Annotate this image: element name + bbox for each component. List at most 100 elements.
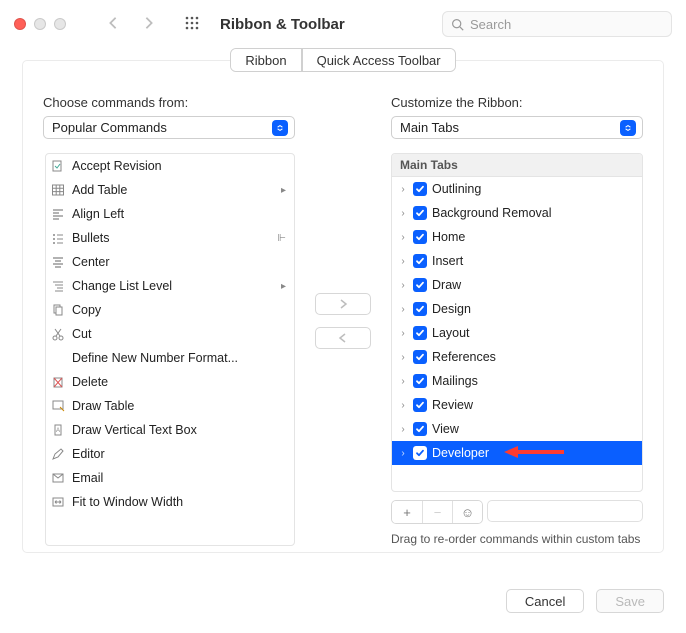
add-command-button[interactable] bbox=[315, 293, 371, 315]
tab-row[interactable]: › View bbox=[392, 417, 642, 441]
command-item[interactable]: Bullets⊩ bbox=[46, 226, 294, 250]
show-all-button[interactable] bbox=[184, 15, 200, 34]
command-item[interactable]: Cut bbox=[46, 322, 294, 346]
tab-label: View bbox=[432, 422, 459, 436]
command-label: Cut bbox=[72, 327, 91, 341]
command-item[interactable]: Align Left bbox=[46, 202, 294, 226]
command-label: Copy bbox=[72, 303, 101, 317]
window-title: Ribbon & Toolbar bbox=[220, 16, 345, 33]
command-item[interactable]: Define New Number Format... bbox=[46, 346, 294, 370]
forward-button[interactable] bbox=[142, 16, 156, 33]
command-item[interactable]: Email bbox=[46, 466, 294, 490]
tab-row[interactable]: ›Design bbox=[392, 297, 642, 321]
tab-checkbox[interactable] bbox=[413, 182, 427, 196]
disclosure-chevron-icon[interactable]: › bbox=[398, 184, 408, 195]
tab-row[interactable]: › Layout bbox=[392, 321, 642, 345]
tab-row[interactable]: › Outlining bbox=[392, 177, 642, 201]
command-item[interactable]: Delete bbox=[46, 370, 294, 394]
command-label: Bullets bbox=[72, 231, 110, 245]
command-label: Email bbox=[72, 471, 103, 485]
tabs-list[interactable]: › Outlining › Background Removal › Home › Inser… bbox=[392, 177, 642, 491]
command-item[interactable]: Change List Level▸ bbox=[46, 274, 294, 298]
tab-label: Layout bbox=[432, 326, 470, 340]
disclosure-chevron-icon[interactable]: › bbox=[398, 280, 408, 291]
disclosure-chevron-icon[interactable]: › bbox=[398, 448, 408, 459]
command-label: Draw Table bbox=[72, 399, 134, 413]
tab-checkbox[interactable] bbox=[413, 230, 427, 244]
command-label: Align Left bbox=[72, 207, 124, 221]
tab-row[interactable]: ›Review bbox=[392, 393, 642, 417]
commands-list[interactable]: Accept RevisionAdd Table▸ Align Left Bulle… bbox=[45, 153, 295, 546]
disclosure-chevron-icon[interactable]: › bbox=[398, 304, 408, 315]
search-input[interactable]: Search bbox=[442, 11, 672, 37]
command-item[interactable]: Add Table▸ bbox=[46, 178, 294, 202]
command-item[interactable]: Draw Table bbox=[46, 394, 294, 418]
table-icon bbox=[50, 182, 66, 198]
email-icon bbox=[50, 470, 66, 486]
tab-checkbox[interactable] bbox=[413, 398, 427, 412]
chevron-updown-icon bbox=[272, 120, 288, 136]
tab-checkbox[interactable] bbox=[413, 206, 427, 220]
command-label: Center bbox=[72, 255, 110, 269]
settings-button[interactable]: ☺ bbox=[452, 501, 482, 523]
submenu-chevron-icon: ▸ bbox=[281, 185, 286, 196]
window-zoom-button[interactable] bbox=[54, 18, 66, 30]
choose-commands-label: Choose commands from: bbox=[43, 95, 295, 110]
back-button[interactable] bbox=[106, 16, 120, 33]
disclosure-chevron-icon[interactable]: › bbox=[398, 328, 408, 339]
tab-row[interactable]: ›Developer bbox=[392, 441, 642, 465]
view-segmented-control[interactable]: Ribbon Quick Access Toolbar bbox=[230, 48, 455, 72]
disclosure-chevron-icon[interactable]: › bbox=[398, 400, 408, 411]
cancel-button[interactable]: Cancel bbox=[506, 589, 584, 613]
window-close-button[interactable] bbox=[14, 18, 26, 30]
delete-icon bbox=[50, 374, 66, 390]
vtextbox-icon: A bbox=[50, 422, 66, 438]
tab-checkbox[interactable] bbox=[413, 326, 427, 340]
disclosure-chevron-icon[interactable]: › bbox=[398, 352, 408, 363]
tab-checkbox[interactable] bbox=[413, 302, 427, 316]
remove-tab-button[interactable]: − bbox=[422, 501, 452, 523]
disclosure-chevron-icon[interactable]: › bbox=[398, 376, 408, 387]
search-placeholder: Search bbox=[470, 17, 511, 32]
command-item[interactable]: Accept Revision bbox=[46, 154, 294, 178]
tab-label: Outlining bbox=[432, 182, 481, 196]
tab-row[interactable]: ›References bbox=[392, 345, 642, 369]
tab-label: Insert bbox=[432, 254, 463, 268]
save-button[interactable]: Save bbox=[596, 589, 664, 613]
disclosure-chevron-icon[interactable]: › bbox=[398, 256, 408, 267]
tab-label: Background Removal bbox=[432, 206, 552, 220]
add-tab-button[interactable]: + bbox=[392, 501, 422, 523]
accept-icon bbox=[50, 158, 66, 174]
tab-row[interactable]: › Home bbox=[392, 225, 642, 249]
tab-row[interactable]: › Insert bbox=[392, 249, 642, 273]
tab-label: Home bbox=[432, 230, 465, 244]
tab-checkbox[interactable] bbox=[413, 254, 427, 268]
tab-checkbox[interactable] bbox=[413, 374, 427, 388]
copy-icon bbox=[50, 302, 66, 318]
window-minimize-button[interactable] bbox=[34, 18, 46, 30]
gear-icon: ☺ bbox=[461, 505, 474, 520]
choose-commands-dropdown[interactable]: Popular Commands bbox=[43, 116, 295, 139]
segment-qat[interactable]: Quick Access Toolbar bbox=[302, 49, 455, 71]
command-item[interactable]: Editor bbox=[46, 442, 294, 466]
tab-checkbox[interactable] bbox=[413, 422, 427, 436]
disclosure-chevron-icon[interactable]: › bbox=[398, 208, 408, 219]
tab-checkbox[interactable] bbox=[413, 350, 427, 364]
command-item[interactable]: Center bbox=[46, 250, 294, 274]
tab-row[interactable]: ›Mailings bbox=[392, 369, 642, 393]
segment-ribbon[interactable]: Ribbon bbox=[231, 49, 301, 71]
tab-row[interactable]: › Background Removal bbox=[392, 201, 642, 225]
disclosure-chevron-icon[interactable]: › bbox=[398, 232, 408, 243]
tab-checkbox[interactable] bbox=[413, 278, 427, 292]
command-item[interactable]: ADraw Vertical Text Box bbox=[46, 418, 294, 442]
disclosure-chevron-icon[interactable]: › bbox=[398, 424, 408, 435]
command-label: Delete bbox=[72, 375, 108, 389]
tab-row[interactable]: › Draw bbox=[392, 273, 642, 297]
tab-checkbox[interactable] bbox=[413, 446, 427, 460]
command-item[interactable]: Copy bbox=[46, 298, 294, 322]
command-item[interactable]: Fit to Window Width bbox=[46, 490, 294, 514]
remove-command-button[interactable] bbox=[315, 327, 371, 349]
tab-label: Draw bbox=[432, 278, 461, 292]
customize-ribbon-dropdown[interactable]: Main Tabs bbox=[391, 116, 643, 139]
main-tabs-header: Main Tabs bbox=[392, 154, 642, 177]
